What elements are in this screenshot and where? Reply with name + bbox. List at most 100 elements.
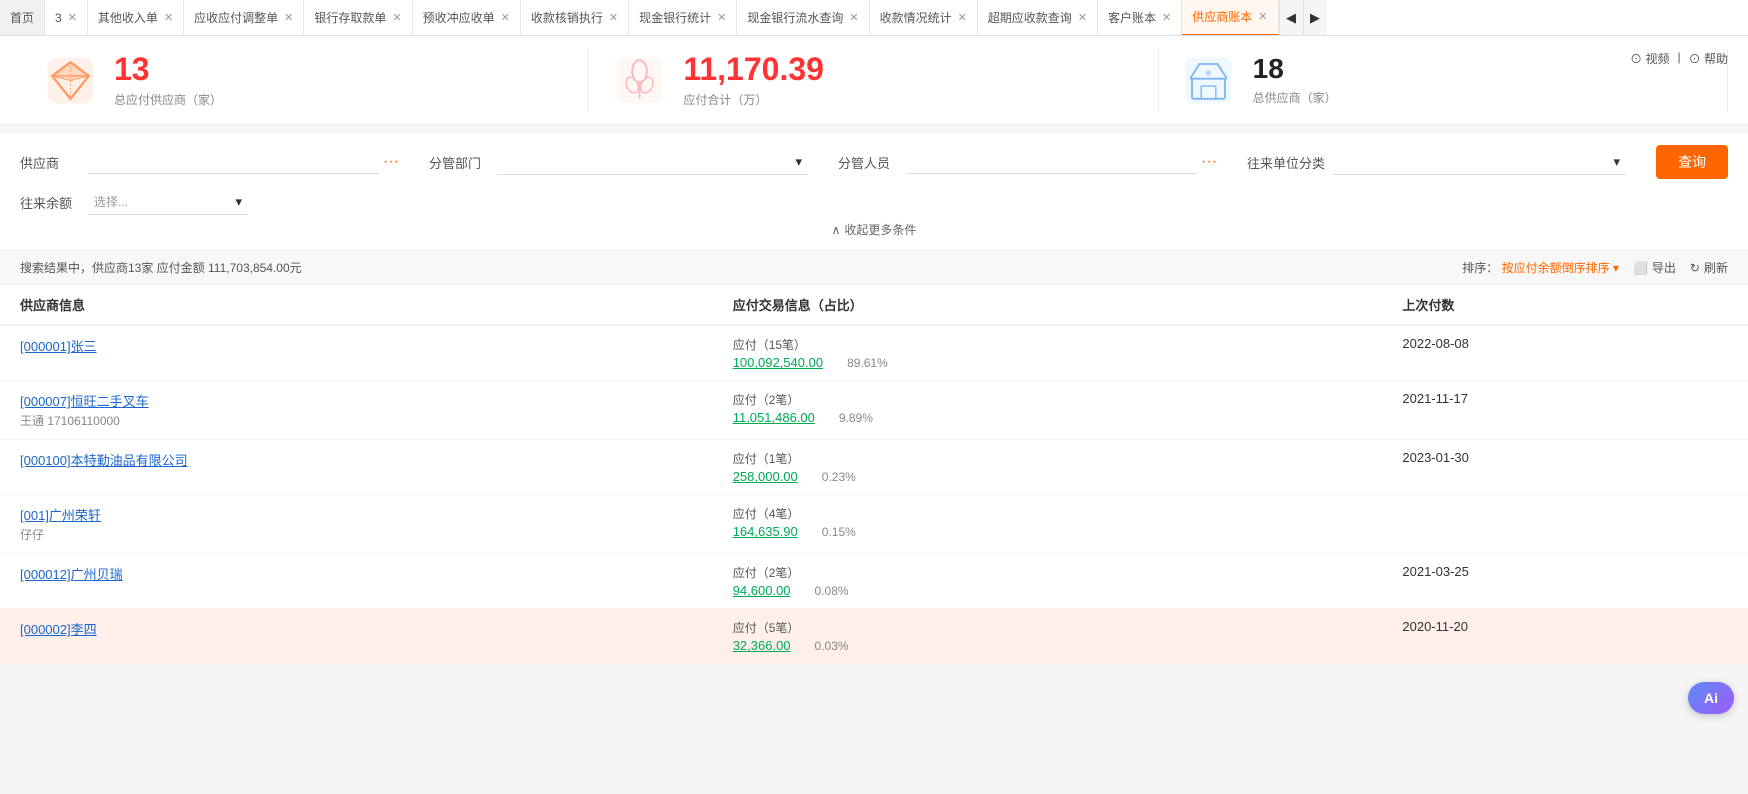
nav-tab-3[interactable]: 3 ✕ xyxy=(45,0,88,36)
nav-tab-customer-ledger-label: 客户账本 xyxy=(1108,9,1156,26)
amount-link[interactable]: 100,092,540.00 xyxy=(733,355,823,370)
nav-tab-cash-query-label: 现金银行流水查询 xyxy=(747,9,843,26)
summary-bar: 13 总应付供应商（家） 11,170.39 应付合计（万） xyxy=(0,36,1748,125)
supplier-link[interactable]: [000012]广州贝瑞 xyxy=(20,567,123,582)
filter-supplier: 供应商 ··· xyxy=(20,150,399,174)
table-row: [000100]本特勤油品有限公司应付（1笔）258,000.000.23%20… xyxy=(0,440,1748,495)
supplier-dots-btn[interactable]: ··· xyxy=(383,153,399,171)
nav-tab-verify[interactable]: 收款核销执行 ✕ xyxy=(521,0,629,36)
nav-tab-3-label: 3 xyxy=(55,11,62,25)
tx-label: 应付（15笔） xyxy=(733,336,1363,353)
balance-label: 往来余额 xyxy=(20,193,80,212)
tx-cell: 应付（15笔） 100,092,540.00 89.61% xyxy=(713,325,1383,381)
nav-tab-verify-label: 收款核销执行 xyxy=(531,9,603,26)
amount-link[interactable]: 258,000.00 xyxy=(733,469,798,484)
amount-icon xyxy=(609,53,669,108)
close-icon[interactable]: ✕ xyxy=(849,11,858,24)
result-summary-text: 搜索结果中，供应商13家 应付金额 111,703,854.00元 xyxy=(20,259,302,276)
nav-tab-supplier-ledger-label: 供应商账本 xyxy=(1192,8,1252,25)
close-icon[interactable]: ✕ xyxy=(1078,11,1087,24)
nav-tab-recv-stat[interactable]: 收款情况统计 ✕ xyxy=(870,0,978,36)
amount-pct: 0.08% xyxy=(815,584,849,598)
category-select[interactable]: ▾ xyxy=(1333,150,1626,175)
col-supplier-info: 供应商信息 xyxy=(0,285,713,325)
tx-label: 应付（2笔） xyxy=(733,391,1363,408)
query-button[interactable]: 查询 xyxy=(1656,145,1728,179)
supplier-link[interactable]: [000001]张三 xyxy=(20,339,97,354)
nav-tab-bank[interactable]: 银行存取款单 ✕ xyxy=(304,0,412,36)
last-pay-cell: 2022-08-08 xyxy=(1382,325,1748,381)
total-count: 18 xyxy=(1253,54,1337,85)
supplier-link[interactable]: [000100]本特勤油品有限公司 xyxy=(20,453,188,468)
nav-tab-home[interactable]: 首页 xyxy=(0,0,45,36)
chevron-up-icon: ∧ xyxy=(832,223,841,237)
nav-tab-overdue[interactable]: 超期应收款查询 ✕ xyxy=(978,0,1098,36)
table-wrap: 供应商信息 应付交易信息（占比） 上次付数 [000001]张三应付（15笔）1… xyxy=(0,285,1748,664)
nav-next-arrow[interactable]: ▶ xyxy=(1303,0,1327,36)
close-icon[interactable]: ✕ xyxy=(164,11,173,24)
balance-select[interactable]: 选择... ▾ xyxy=(88,189,248,215)
amount-pct: 89.61% xyxy=(847,356,888,370)
summary-info-total: 18 总供应商（家） xyxy=(1253,54,1337,106)
nav-tab-customer-ledger[interactable]: 客户账本 ✕ xyxy=(1098,0,1182,36)
close-icon[interactable]: ✕ xyxy=(958,11,967,24)
supplier-icon xyxy=(40,53,100,108)
nav-tab-cash-query[interactable]: 现金银行流水查询 ✕ xyxy=(737,0,869,36)
sort-control: 排序： 按应付余额倒序排序 ▾ xyxy=(1462,259,1619,276)
summary-card-suppliers: 13 总应付供应商（家） xyxy=(20,48,589,112)
refresh-icon: ↻ xyxy=(1690,261,1700,275)
supplier-cell: [000007]恒旺二手叉车王通 17106110000 xyxy=(0,381,713,440)
close-icon[interactable]: ✕ xyxy=(609,11,618,24)
close-icon[interactable]: ✕ xyxy=(501,11,510,24)
sort-value[interactable]: 按应付余额倒序排序 ▾ xyxy=(1502,261,1619,275)
nav-tab-prepay[interactable]: 预收冲应收单 ✕ xyxy=(413,0,521,36)
last-pay-cell xyxy=(1382,495,1748,554)
close-icon[interactable]: ✕ xyxy=(68,11,77,24)
supplier-cell: [001]广州荣轩仔仔 xyxy=(0,495,713,554)
amount-link[interactable]: 94,600.00 xyxy=(733,583,791,598)
amount-label: 应付合计（万） xyxy=(683,91,824,108)
person-dots-btn[interactable]: ··· xyxy=(1201,153,1217,171)
export-button[interactable]: ⬜ 导出 xyxy=(1633,259,1676,276)
nav-tab-cash-stat[interactable]: 现金银行统计 ✕ xyxy=(629,0,737,36)
total-count-label: 总供应商（家） xyxy=(1253,89,1337,106)
close-icon[interactable]: ✕ xyxy=(1162,11,1171,24)
nav-tab-other-income[interactable]: 其他收入单 ✕ xyxy=(88,0,184,36)
help-link[interactable]: ⊙ 帮助 xyxy=(1689,50,1728,67)
close-icon[interactable]: ✕ xyxy=(284,11,293,24)
supplier-input[interactable] xyxy=(88,150,379,174)
amount-link[interactable]: 164,635.90 xyxy=(733,524,798,539)
amount-link[interactable]: 32,366.00 xyxy=(733,638,791,653)
close-icon[interactable]: ✕ xyxy=(717,11,726,24)
nav-tab-cash-stat-label: 现金银行统计 xyxy=(639,9,711,26)
nav-tab-recv-stat-label: 收款情况统计 xyxy=(880,9,952,26)
amount-link[interactable]: 11,051,486.00 xyxy=(733,410,815,425)
table-row: [000012]广州贝瑞应付（2笔）94,600.000.08%2021-03-… xyxy=(0,554,1748,609)
supplier-link[interactable]: [000007]恒旺二手叉车 xyxy=(20,394,149,409)
ai-button[interactable]: Ai xyxy=(1688,682,1734,714)
supplier-link[interactable]: [001]广州荣轩 xyxy=(20,508,101,523)
last-pay-cell: 2021-03-25 xyxy=(1382,554,1748,609)
filter-row-1: 供应商 ··· 分管部门 ▾ 分管人员 ··· 往来单位分类 ▾ 查询 xyxy=(20,145,1728,179)
table-row: [000002]李四应付（5笔）32,366.000.03%2020-11-20 xyxy=(0,609,1748,664)
refresh-button[interactable]: ↻ 刷新 xyxy=(1690,259,1728,276)
tx-cell: 应付（2笔）94,600.000.08% xyxy=(713,554,1383,609)
nav-tab-adjust-label: 应收应付调整单 xyxy=(194,9,278,26)
nav-tab-overdue-label: 超期应收款查询 xyxy=(988,9,1072,26)
total-icon xyxy=(1179,53,1239,108)
close-icon[interactable]: ✕ xyxy=(392,11,401,24)
dept-select[interactable]: ▾ xyxy=(497,150,808,175)
video-link[interactable]: ⊙ 视频 xyxy=(1630,50,1669,67)
export-icon: ⬜ xyxy=(1633,261,1648,275)
nav-tab-supplier-ledger[interactable]: 供应商账本 ✕ xyxy=(1182,0,1278,36)
amount-pct: 0.15% xyxy=(822,525,856,539)
nav-tab-adjust[interactable]: 应收应付调整单 ✕ xyxy=(184,0,304,36)
close-icon[interactable]: ✕ xyxy=(1258,10,1267,23)
person-input[interactable] xyxy=(906,150,1197,174)
nav-prev-arrow[interactable]: ◀ xyxy=(1279,0,1303,36)
tx-cell: 应付（2笔）11,051,486.009.89% xyxy=(713,381,1383,440)
filter-category: 往来单位分类 ▾ xyxy=(1247,150,1626,175)
tx-cell: 应付（5笔）32,366.000.03% xyxy=(713,609,1383,664)
collapse-button[interactable]: ∧ 收起更多条件 xyxy=(832,221,917,238)
supplier-link[interactable]: [000002]李四 xyxy=(20,622,97,637)
